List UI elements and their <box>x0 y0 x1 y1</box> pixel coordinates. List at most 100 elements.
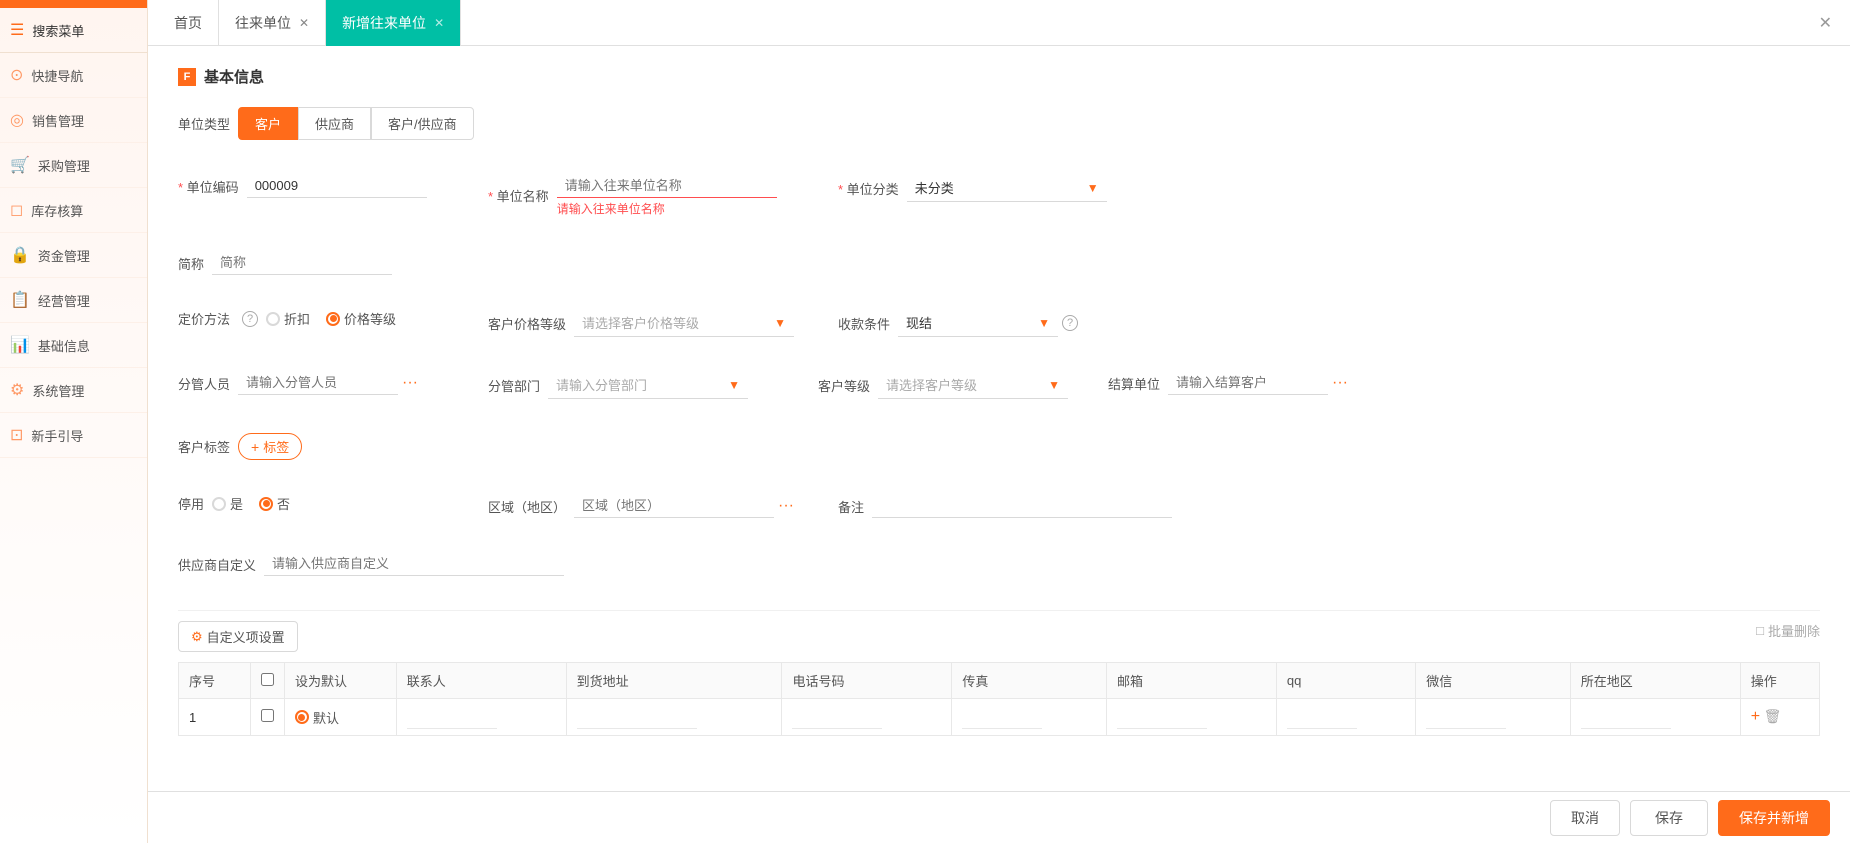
unit-type-supplier-btn[interactable]: 供应商 <box>298 107 371 140</box>
row-email-input[interactable] <box>1117 705 1207 729</box>
manager-more-icon[interactable]: ··· <box>402 374 418 392</box>
tab-new-partner[interactable]: 新增往来单位 ✕ <box>326 0 461 46</box>
unit-code-input[interactable] <box>247 174 427 198</box>
sidebar-item-finance[interactable]: 🔒 资金管理 <box>0 233 147 278</box>
tab-home[interactable]: 首页 <box>158 0 219 46</box>
table-section: ⚙ 自定义项设置 □ 批量删除 序号 设为默认 联系人 到货地址 电话 <box>178 610 1820 736</box>
table-header-row: 序号 设为默认 联系人 到货地址 电话号码 传真 邮箱 qq 微信 所在地区 操… <box>179 663 1820 699</box>
col-checkbox <box>250 663 284 699</box>
supplier-custom-label: 供应商自定义 <box>178 555 256 574</box>
sidebar-item-basic-info[interactable]: 📊 基础信息 <box>0 323 147 368</box>
department-field: 分管部门 请输入分管部门 ▼ <box>488 371 788 399</box>
row-default-radio[interactable]: 默认 <box>295 708 386 727</box>
sidebar: ☰ 搜索菜单 ⊙ 快捷导航 ◎ 销售管理 🛒 采购管理 ◻ 库存核算 🔒 资金管… <box>0 0 148 843</box>
row-add-button[interactable]: + <box>1751 708 1760 726</box>
sidebar-item-guide[interactable]: ⊡ 新手引导 <box>0 413 147 458</box>
system-label: 系统管理 <box>32 381 84 400</box>
pricing-help-icon[interactable]: ? <box>242 311 258 327</box>
guide-icon: ⊡ <box>10 425 23 445</box>
cancel-button[interactable]: 取消 <box>1550 800 1620 836</box>
sidebar-item-system[interactable]: ⚙ 系统管理 <box>0 368 147 413</box>
disabled-row: 停用 是 否 区域（地区） ··· 备注 <box>178 494 1820 534</box>
sidebar-item-quick-nav[interactable]: ⊙ 快捷导航 <box>0 53 147 98</box>
col-region: 所在地区 <box>1570 663 1740 699</box>
add-tag-button[interactable]: + 标签 <box>238 433 302 460</box>
customer-price-level-select[interactable]: 请选择客户价格等级 ▼ <box>574 309 794 337</box>
manager-row: 分管人员 ··· 分管部门 请输入分管部门 ▼ 客户等级 请选择客户等级 ▼ 结… <box>178 371 1820 415</box>
payment-terms-value: 现结 <box>906 313 932 332</box>
sidebar-item-purchase[interactable]: 🛒 采购管理 <box>0 143 147 188</box>
tab-partner-list-close[interactable]: ✕ <box>299 16 309 30</box>
pricing-level-label: 价格等级 <box>344 309 396 328</box>
col-qq: qq <box>1276 663 1415 699</box>
sidebar-item-operations[interactable]: 📋 经营管理 <box>0 278 147 323</box>
batch-delete-button[interactable]: □ 批量删除 <box>1756 621 1820 640</box>
pricing-level-circle <box>326 312 340 326</box>
tab-home-label: 首页 <box>174 13 202 33</box>
customer-price-level-field: 客户价格等级 请选择客户价格等级 ▼ <box>488 309 808 337</box>
unit-name-input[interactable] <box>557 174 777 198</box>
disabled-yes-radio[interactable]: 是 <box>212 494 243 513</box>
footer: 取消 保存 保存并新增 <box>148 791 1850 843</box>
row-checkbox[interactable] <box>261 709 274 722</box>
unit-category-value: 未分类 <box>915 178 954 197</box>
basic-info-icon: 📊 <box>10 335 30 355</box>
window-close-button[interactable]: ✕ <box>1811 13 1840 33</box>
unit-category-arrow-icon: ▼ <box>1087 181 1099 195</box>
row-contact-input[interactable] <box>407 705 497 729</box>
row-fax-input[interactable] <box>962 705 1042 729</box>
unit-type-both-btn[interactable]: 客户/供应商 <box>371 107 474 140</box>
pricing-discount-circle <box>266 312 280 326</box>
tags-row: 客户标签 + 标签 <box>178 433 1820 476</box>
tab-partner-list[interactable]: 往来单位 ✕ <box>219 0 326 46</box>
pricing-discount-radio[interactable]: 折扣 <box>266 309 310 328</box>
supplier-custom-input[interactable] <box>264 552 564 576</box>
note-input[interactable] <box>872 494 1172 518</box>
settlement-unit-more-icon[interactable]: ··· <box>1332 374 1348 392</box>
unit-type-row: 单位类型 客户 供应商 客户/供应商 <box>178 107 1820 156</box>
pricing-level-radio[interactable]: 价格等级 <box>326 309 396 328</box>
sidebar-item-sales[interactable]: ◎ 销售管理 <box>0 98 147 143</box>
manager-input[interactable] <box>238 371 398 395</box>
payment-terms-select[interactable]: 现结 ▼ <box>898 309 1058 337</box>
customer-level-label: 客户等级 <box>818 376 870 395</box>
section-header: F 基本信息 <box>178 66 1820 87</box>
payment-terms-label: 收款条件 <box>838 314 890 333</box>
unit-name-label: 单位名称 <box>488 186 549 205</box>
payment-terms-help-icon[interactable]: ? <box>1062 315 1078 331</box>
department-select[interactable]: 请输入分管部门 ▼ <box>548 371 748 399</box>
row-delete-button[interactable]: 🗑 <box>1764 708 1782 725</box>
row-phone-input[interactable] <box>792 705 882 729</box>
disabled-no-radio[interactable]: 否 <box>259 494 290 513</box>
pricing-row: 定价方法 ? 折扣 价格等级 客户价格等级 请选择客户价格等级 <box>178 309 1820 353</box>
row-region-input[interactable] <box>1581 705 1671 729</box>
row-wechat-input[interactable] <box>1426 705 1506 729</box>
inventory-icon: ◻ <box>10 200 23 220</box>
unit-category-select[interactable]: 未分类 ▼ <box>907 174 1107 202</box>
sidebar-item-inventory[interactable]: ◻ 库存核算 <box>0 188 147 233</box>
select-all-checkbox[interactable] <box>261 673 274 686</box>
customer-level-select[interactable]: 请选择客户等级 ▼ <box>878 371 1068 399</box>
region-input[interactable] <box>574 494 774 518</box>
content-area: F 基本信息 单位类型 客户 供应商 客户/供应商 单位编码 单位名称 <box>148 46 1850 791</box>
custom-settings-button[interactable]: ⚙ 自定义项设置 <box>178 621 298 652</box>
settlement-unit-input[interactable] <box>1168 371 1328 395</box>
short-name-input[interactable] <box>212 251 392 275</box>
pricing-method-label: 定价方法 <box>178 309 230 328</box>
region-field: 区域（地区） ··· <box>488 494 808 518</box>
sidebar-top-bar <box>0 0 147 8</box>
sidebar-item-search[interactable]: ☰ 搜索菜单 <box>0 8 147 53</box>
disabled-label: 停用 <box>178 494 204 513</box>
tab-new-partner-close[interactable]: ✕ <box>434 16 444 30</box>
guide-label: 新手引导 <box>31 426 83 445</box>
save-button[interactable]: 保存 <box>1630 800 1708 836</box>
row-address-input[interactable] <box>577 705 697 729</box>
finance-label: 资金管理 <box>38 246 90 265</box>
save-new-button[interactable]: 保存并新增 <box>1718 800 1830 836</box>
unit-code-field: 单位编码 <box>178 174 458 198</box>
region-more-icon[interactable]: ··· <box>778 497 794 515</box>
unit-type-customer-btn[interactable]: 客户 <box>238 107 298 140</box>
col-phone: 电话号码 <box>782 663 952 699</box>
row-qq-input[interactable] <box>1287 705 1357 729</box>
row-address-cell <box>566 699 782 736</box>
